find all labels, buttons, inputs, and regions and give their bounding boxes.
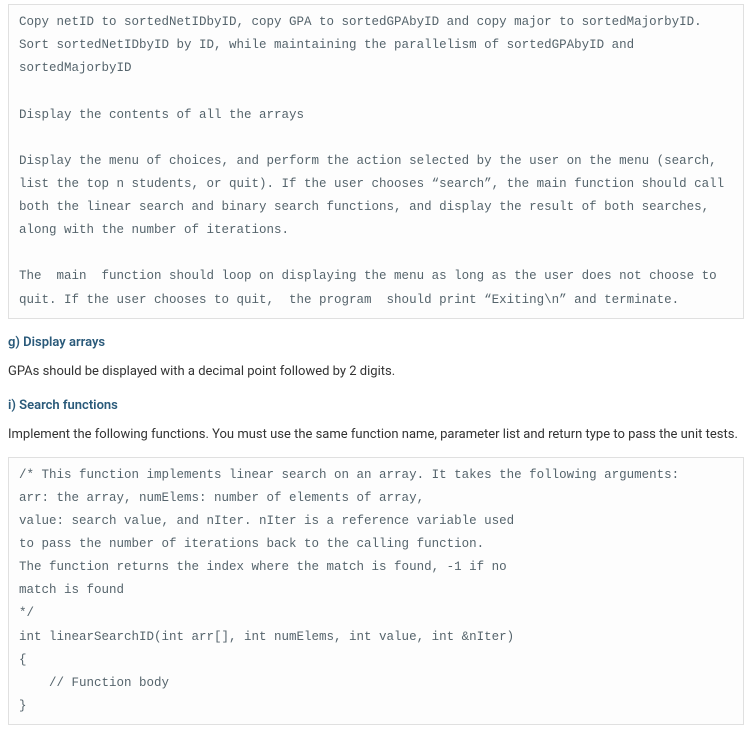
code-block-linear-search: /* This function implements linear searc… [8,457,744,725]
code-line: /* This function implements linear searc… [19,468,679,482]
code-line: */ [19,606,34,620]
code-paragraph: Display the menu of choices, and perform… [19,154,732,237]
code-paragraph: Display the contents of all the arrays [19,108,304,122]
code-line: value: search value, and nIter. nIter is… [19,514,514,528]
code-line: int linearSearchID(int arr[], int numEle… [19,630,514,644]
code-line: arr: the array, numElems: number of elem… [19,491,424,505]
code-line: to pass the number of iterations back to… [19,537,484,551]
section-heading-g: g) Display arrays [8,333,744,353]
section-text-g: GPAs should be displayed with a decimal … [8,362,744,382]
code-line: { [19,653,27,667]
code-line: match is found [19,583,124,597]
code-paragraph: Copy netID to sortedNetIDbyID, copy GPA … [19,15,709,75]
section-text-i: Implement the following functions. You m… [8,425,744,445]
section-heading-i: i) Search functions [8,396,744,416]
code-line: The function returns the index where the… [19,560,507,574]
code-line: } [19,699,27,713]
code-line: // Function body [19,676,169,690]
code-paragraph: The main function should loop on display… [19,269,724,306]
code-block-main-description: Copy netID to sortedNetIDbyID, copy GPA … [8,4,744,319]
